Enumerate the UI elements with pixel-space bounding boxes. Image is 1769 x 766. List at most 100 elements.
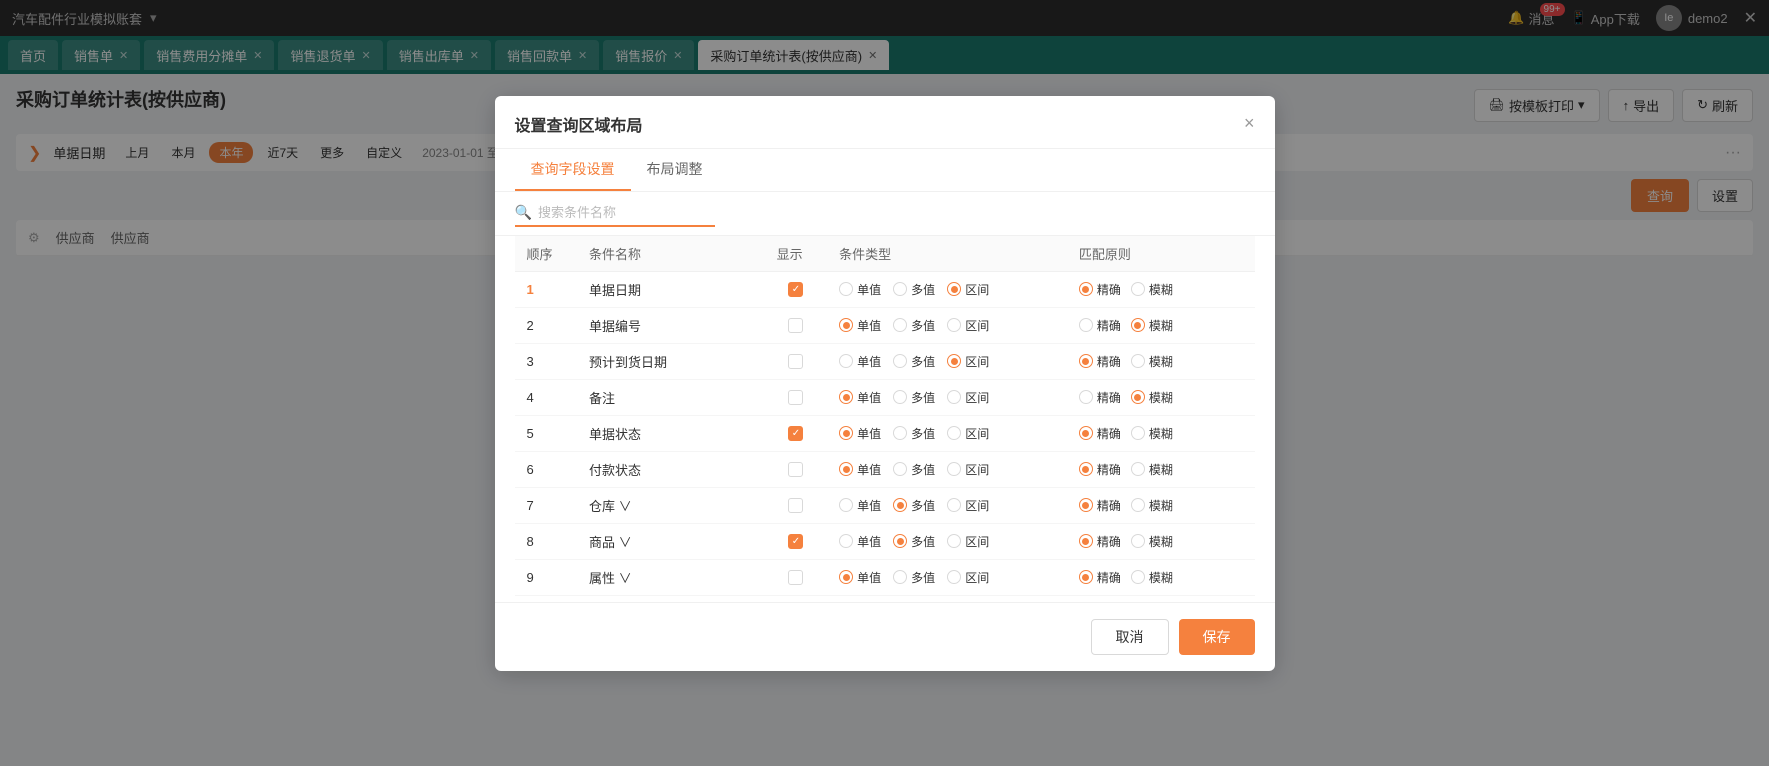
search-wrap: 🔍 [515, 204, 715, 227]
radio-match-circle-精确-7 [1079, 534, 1093, 548]
dialog-table-header: 顺序 条件名称 显示 条件类型 匹配原则 [495, 236, 1275, 272]
radio-match-模糊-8[interactable]: 模糊 [1131, 569, 1173, 586]
row-name-2: 预计到货日期 [577, 343, 765, 379]
radio-type-多值-7[interactable]: 多值 [893, 533, 935, 550]
radio-type-区间-1[interactable]: 区间 [947, 317, 989, 334]
radio-circle-多值-4 [893, 426, 907, 440]
radio-type-单值-8[interactable]: 单值 [839, 569, 881, 586]
row-show-4[interactable]: ✓ [765, 415, 828, 451]
radio-match-circle-模糊-2 [1131, 354, 1145, 368]
row-seq-2: 3 [515, 343, 578, 379]
radio-match-精确-3[interactable]: 精确 [1079, 389, 1121, 406]
radio-match-circle-精确-2 [1079, 354, 1093, 368]
row-name-8: 属性 ∨ [577, 559, 765, 595]
radio-match-模糊-2[interactable]: 模糊 [1131, 353, 1173, 370]
radio-match-精确-1[interactable]: 精确 [1079, 317, 1121, 334]
search-input[interactable] [538, 205, 698, 220]
save-btn[interactable]: 保存 [1179, 619, 1255, 655]
row-match-6: 精确模糊 [1067, 487, 1255, 523]
radio-match-模糊-4[interactable]: 模糊 [1131, 425, 1173, 442]
radio-circle-区间-0 [947, 282, 961, 296]
radio-type-区间-3[interactable]: 区间 [947, 389, 989, 406]
radio-match-模糊-6[interactable]: 模糊 [1131, 497, 1173, 514]
radio-type-区间-7[interactable]: 区间 [947, 533, 989, 550]
checkbox-show-7[interactable]: ✓ [788, 534, 803, 549]
radio-type-多值-1[interactable]: 多值 [893, 317, 935, 334]
radio-type-单值-5[interactable]: 单值 [839, 461, 881, 478]
checkbox-show-3[interactable] [788, 390, 803, 405]
radio-type-区间-5[interactable]: 区间 [947, 461, 989, 478]
radio-circle-单值-0 [839, 282, 853, 296]
row-show-5[interactable] [765, 451, 828, 487]
row-name-7: 商品 ∨ [577, 523, 765, 559]
checkbox-show-4[interactable]: ✓ [788, 426, 803, 441]
radio-match-模糊-7[interactable]: 模糊 [1131, 533, 1173, 550]
radio-match-精确-2[interactable]: 精确 [1079, 353, 1121, 370]
checkbox-show-0[interactable]: ✓ [788, 282, 803, 297]
row-type-7: 单值多值区间 [827, 523, 1067, 559]
row-match-8: 精确模糊 [1067, 559, 1255, 595]
radio-match-模糊-1[interactable]: 模糊 [1131, 317, 1173, 334]
radio-match-精确-0[interactable]: 精确 [1079, 281, 1121, 298]
radio-circle-多值-7 [893, 534, 907, 548]
radio-type-区间-6[interactable]: 区间 [947, 497, 989, 514]
checkbox-show-6[interactable] [788, 498, 803, 513]
radio-match-精确-8[interactable]: 精确 [1079, 569, 1121, 586]
radio-type-多值-4[interactable]: 多值 [893, 425, 935, 442]
radio-match-精确-6[interactable]: 精确 [1079, 497, 1121, 514]
radio-type-单值-3[interactable]: 单值 [839, 389, 881, 406]
radio-type-多值-0[interactable]: 多值 [893, 281, 935, 298]
radio-type-多值-2[interactable]: 多值 [893, 353, 935, 370]
radio-type-单值-0[interactable]: 单值 [839, 281, 881, 298]
radio-match-精确-4[interactable]: 精确 [1079, 425, 1121, 442]
radio-type-单值-6[interactable]: 单值 [839, 497, 881, 514]
checkbox-show-2[interactable] [788, 354, 803, 369]
radio-type-区间-2[interactable]: 区间 [947, 353, 989, 370]
radio-type-多值-3[interactable]: 多值 [893, 389, 935, 406]
dialog-tab-layout[interactable]: 布局调整 [631, 149, 719, 191]
radio-type-区间-8[interactable]: 区间 [947, 569, 989, 586]
overlay: 设置查询区域布局 × 查询字段设置 布局调整 🔍 顺序 条件名称 显示 [0, 0, 1769, 766]
row-type-6: 单值多值区间 [827, 487, 1067, 523]
radio-circle-单值-4 [839, 426, 853, 440]
dialog-tabs: 查询字段设置 布局调整 [495, 149, 1275, 192]
row-show-3[interactable] [765, 379, 828, 415]
radio-match-模糊-0[interactable]: 模糊 [1131, 281, 1173, 298]
radio-type-多值-5[interactable]: 多值 [893, 461, 935, 478]
row-show-8[interactable] [765, 559, 828, 595]
row-show-7[interactable]: ✓ [765, 523, 828, 559]
radio-type-单值-4[interactable]: 单值 [839, 425, 881, 442]
row-seq-8: 9 [515, 559, 578, 595]
row-show-0[interactable]: ✓ [765, 272, 828, 308]
row-show-6[interactable] [765, 487, 828, 523]
radio-match-circle-精确-8 [1079, 570, 1093, 584]
radio-type-区间-0[interactable]: 区间 [947, 281, 989, 298]
radio-match-模糊-3[interactable]: 模糊 [1131, 389, 1173, 406]
radio-type-单值-7[interactable]: 单值 [839, 533, 881, 550]
checkbox-show-5[interactable] [788, 462, 803, 477]
row-name-6: 仓库 ∨ [577, 487, 765, 523]
dialog-tab-query-fields[interactable]: 查询字段设置 [515, 149, 631, 191]
radio-type-单值-2[interactable]: 单值 [839, 353, 881, 370]
th-show: 显示 [765, 236, 828, 272]
dialog-close-btn[interactable]: × [1244, 113, 1255, 134]
radio-circle-单值-1 [839, 318, 853, 332]
row-seq-5: 6 [515, 451, 578, 487]
cancel-btn[interactable]: 取消 [1091, 619, 1169, 655]
row-type-0: 单值多值区间 [827, 272, 1067, 308]
radio-match-circle-精确-3 [1079, 390, 1093, 404]
radio-type-区间-4[interactable]: 区间 [947, 425, 989, 442]
radio-match-模糊-5[interactable]: 模糊 [1131, 461, 1173, 478]
radio-match-精确-7[interactable]: 精确 [1079, 533, 1121, 550]
radio-circle-多值-3 [893, 390, 907, 404]
row-show-2[interactable] [765, 343, 828, 379]
row-match-4: 精确模糊 [1067, 415, 1255, 451]
radio-type-多值-8[interactable]: 多值 [893, 569, 935, 586]
radio-type-单值-1[interactable]: 单值 [839, 317, 881, 334]
radio-type-多值-6[interactable]: 多值 [893, 497, 935, 514]
radio-match-精确-5[interactable]: 精确 [1079, 461, 1121, 478]
checkbox-show-1[interactable] [788, 318, 803, 333]
checkbox-show-8[interactable] [788, 570, 803, 585]
row-show-1[interactable] [765, 307, 828, 343]
row-type-4: 单值多值区间 [827, 415, 1067, 451]
